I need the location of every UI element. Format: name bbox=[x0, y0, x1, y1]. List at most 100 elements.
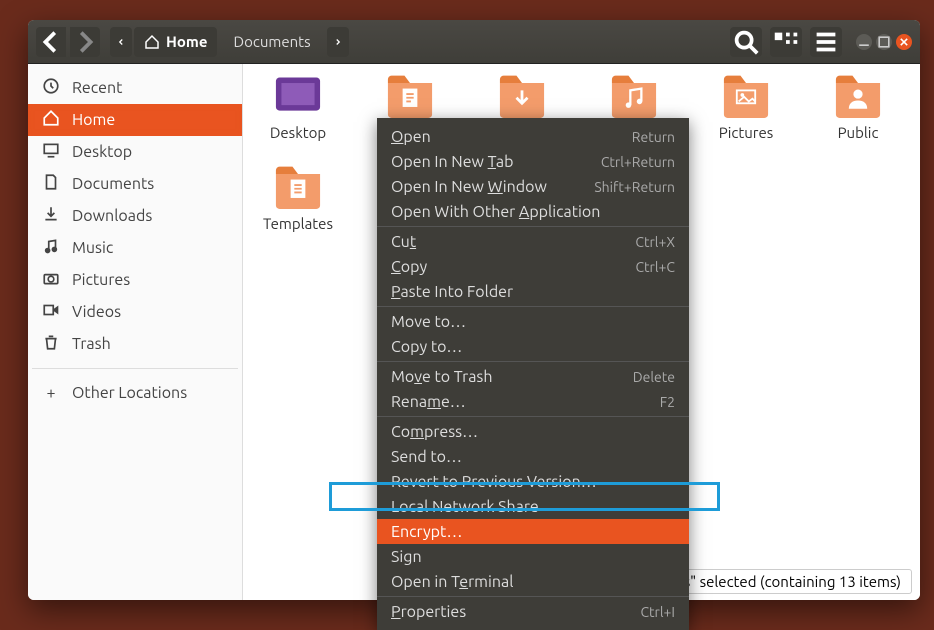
context-menu-item-compress-[interactable]: Compress… bbox=[377, 419, 689, 444]
context-menu-shortcut: Ctrl+C bbox=[635, 259, 675, 275]
sidebar-item-other-locations[interactable]: + Other Locations bbox=[28, 377, 242, 409]
context-menu-shortcut: Delete bbox=[633, 369, 675, 385]
close-icon bbox=[896, 34, 912, 50]
sidebar-item-label: Videos bbox=[72, 303, 121, 321]
sidebar-item-label: Recent bbox=[72, 79, 122, 97]
folder-icon bbox=[382, 72, 438, 118]
search-button[interactable] bbox=[730, 27, 762, 57]
file-item-pictures[interactable]: Pictures bbox=[709, 72, 783, 143]
desktop-icon bbox=[42, 141, 60, 163]
sidebar-item-documents[interactable]: Documents bbox=[28, 168, 242, 200]
toolbar: Home Documents bbox=[28, 20, 920, 64]
sidebar-item-desktop[interactable]: Desktop bbox=[28, 136, 242, 168]
context-menu-item-copy-to-[interactable]: Copy to… bbox=[377, 334, 689, 359]
sidebar-item-downloads[interactable]: Downloads bbox=[28, 200, 242, 232]
sidebar-item-pictures[interactable]: Pictures bbox=[28, 264, 242, 296]
context-menu-label: Cut bbox=[391, 233, 416, 251]
context-menu-label: Compress… bbox=[391, 423, 478, 441]
context-menu-item-local-network-share[interactable]: Local Network Share bbox=[377, 494, 689, 519]
sidebar-separator bbox=[32, 368, 238, 369]
document-icon bbox=[42, 173, 60, 195]
folder-icon bbox=[270, 72, 326, 118]
path-bar: Home Documents bbox=[110, 27, 349, 57]
context-menu-shortcut: Ctrl+X bbox=[635, 234, 675, 250]
sidebar-item-label: Desktop bbox=[72, 143, 132, 161]
hamburger-icon bbox=[810, 27, 842, 57]
context-menu-label: Copy to… bbox=[391, 338, 462, 356]
context-menu: OpenReturnOpen In New TabCtrl+ReturnOpen… bbox=[377, 118, 689, 630]
file-item-desktop[interactable]: Desktop bbox=[261, 72, 335, 143]
context-menu-item-open[interactable]: OpenReturn bbox=[377, 124, 689, 149]
close-button[interactable] bbox=[896, 34, 912, 50]
context-menu-item-sign[interactable]: Sign bbox=[377, 544, 689, 569]
path-home-button[interactable]: Home bbox=[134, 27, 217, 57]
context-menu-item-revert-to-previous-version-[interactable]: Revert to Previous Version… bbox=[377, 469, 689, 494]
context-menu-item-cut[interactable]: Cut Ctrl+X bbox=[377, 229, 689, 254]
sidebar: Recent Home Desktop Documents DownloadsMusic… bbox=[28, 64, 243, 600]
sidebar-item-label: Trash bbox=[72, 335, 111, 353]
context-menu-item-open-in-new-tab[interactable]: Open In New TabCtrl+Return bbox=[377, 149, 689, 174]
maximize-icon bbox=[876, 34, 892, 50]
file-item-templates[interactable]: Templates bbox=[261, 163, 335, 232]
window-controls bbox=[856, 34, 912, 50]
camera-icon bbox=[42, 269, 60, 291]
path-dropdown-button[interactable] bbox=[327, 27, 349, 57]
download-icon bbox=[42, 205, 60, 227]
context-menu-label: Local Network Share bbox=[391, 498, 539, 516]
context-menu-separator bbox=[377, 596, 689, 597]
context-menu-label: Rename… bbox=[391, 393, 466, 411]
sidebar-item-label: Documents bbox=[72, 175, 154, 193]
path-segment-documents[interactable]: Documents bbox=[219, 27, 324, 57]
nav-forward-button[interactable] bbox=[70, 27, 100, 57]
context-menu-label: Open bbox=[391, 128, 431, 146]
context-menu-item-copy[interactable]: CopyCtrl+C bbox=[377, 254, 689, 279]
context-menu-separator bbox=[377, 361, 689, 362]
nav-back-button[interactable] bbox=[36, 27, 66, 57]
context-menu-label: Revert to Previous Version… bbox=[391, 473, 597, 491]
sidebar-item-recent[interactable]: Recent bbox=[28, 72, 242, 104]
context-menu-label: Open in Terminal bbox=[391, 573, 513, 591]
path-root-button[interactable] bbox=[110, 27, 132, 57]
folder-icon bbox=[718, 72, 774, 118]
maximize-button[interactable] bbox=[876, 34, 892, 50]
context-menu-item-open-in-new-window[interactable]: Open In New WindowShift+Return bbox=[377, 174, 689, 199]
context-menu-item-rename-[interactable]: Rename… F2 bbox=[377, 389, 689, 414]
context-menu-item-send-to-[interactable]: Send to… bbox=[377, 444, 689, 469]
file-label: Desktop bbox=[270, 124, 326, 141]
context-menu-label: Sign bbox=[391, 548, 422, 566]
context-menu-separator bbox=[377, 306, 689, 307]
folder-icon bbox=[606, 72, 662, 118]
sidebar-item-home[interactable]: Home bbox=[28, 104, 242, 136]
context-menu-item-move-to-trash[interactable]: Move to Trash Delete bbox=[377, 364, 689, 389]
sidebar-item-label: Home bbox=[72, 111, 115, 129]
context-menu-item-properties[interactable]: PropertiesCtrl+I bbox=[377, 599, 689, 624]
chevron-right-icon bbox=[70, 27, 100, 57]
sidebar-item-trash[interactable]: Trash bbox=[28, 328, 242, 360]
view-toggle-button[interactable] bbox=[770, 27, 802, 57]
context-menu-item-open-in-terminal[interactable]: Open in Terminal bbox=[377, 569, 689, 594]
file-label: Templates bbox=[263, 215, 333, 232]
context-menu-item-paste-into-folder[interactable]: Paste Into Folder bbox=[377, 279, 689, 304]
clock-icon bbox=[42, 77, 60, 99]
minimize-button[interactable] bbox=[856, 34, 872, 50]
path-home-label: Home bbox=[166, 33, 207, 50]
context-menu-shortcut: Ctrl+I bbox=[640, 604, 675, 620]
sidebar-item-music[interactable]: Music bbox=[28, 232, 242, 264]
menu-button[interactable] bbox=[810, 27, 842, 57]
context-menu-label: Move to Trash bbox=[391, 368, 493, 386]
context-menu-shortcut: F2 bbox=[660, 394, 675, 410]
trash-icon bbox=[42, 333, 60, 355]
plus-icon: + bbox=[42, 384, 60, 402]
sidebar-item-videos[interactable]: Videos bbox=[28, 296, 242, 328]
file-item-public[interactable]: Public bbox=[821, 72, 895, 143]
context-menu-separator bbox=[377, 416, 689, 417]
context-menu-shortcut: Shift+Return bbox=[594, 179, 675, 195]
context-menu-item-open-with-other-application[interactable]: Open With Other Application bbox=[377, 199, 689, 224]
chevron-left-icon bbox=[36, 27, 66, 57]
home-icon bbox=[144, 27, 160, 57]
chevron-right-icon bbox=[333, 27, 343, 57]
context-menu-item-encrypt-[interactable]: Encrypt… bbox=[377, 519, 689, 544]
context-menu-label: Open With Other Application bbox=[391, 203, 600, 221]
video-icon bbox=[42, 301, 60, 323]
context-menu-item-move-to-[interactable]: Move to… bbox=[377, 309, 689, 334]
